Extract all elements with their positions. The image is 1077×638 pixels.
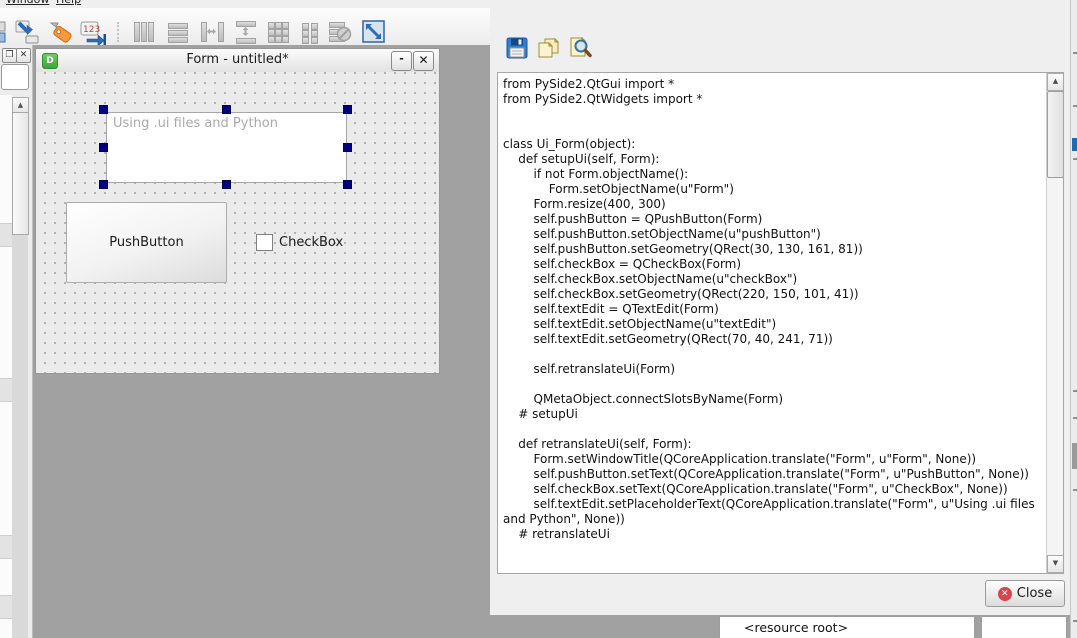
edit-signals-slots-icon[interactable] <box>14 19 40 45</box>
main-toolbar: 123 <box>0 8 490 46</box>
right-dock-sliver <box>1070 0 1077 638</box>
widget-box-dock: ❐ ✕ ▲ <box>0 45 33 638</box>
close-button[interactable]: ✕ Close <box>985 580 1065 607</box>
resource-side-panel[interactable] <box>981 616 1067 638</box>
widget-list[interactable] <box>0 95 12 638</box>
checkbox-label: CheckBox <box>279 235 343 250</box>
save-icon[interactable] <box>505 36 529 60</box>
code-scrollbar[interactable]: ▲ ▼ <box>1046 73 1063 573</box>
selection-handle[interactable] <box>343 180 352 189</box>
resource-tree-panel[interactable]: <resource root> <box>719 616 975 638</box>
edit-widgets-icon[interactable] <box>0 19 7 45</box>
list-item[interactable] <box>0 223 12 247</box>
menu-bar: Window Help <box>0 0 485 8</box>
find-icon[interactable] <box>568 36 592 60</box>
svg-text:123: 123 <box>83 25 100 35</box>
qt-designer-window: Window Help <box>0 0 1077 638</box>
menu-help[interactable]: Help <box>56 0 81 6</box>
right-dock-selection <box>1072 138 1077 151</box>
checkbox-indicator[interactable] <box>256 234 273 251</box>
textedit-placeholder: Using .ui files and Python <box>107 113 346 134</box>
adjust-size-icon[interactable] <box>361 19 387 45</box>
dock-close-icon[interactable]: ✕ <box>16 48 31 63</box>
layout-horizontal-splitter-icon <box>199 19 225 45</box>
code-view[interactable]: from PySide2.QtGui import * from PySide2… <box>497 72 1064 574</box>
dock-scrollbar-track[interactable] <box>12 233 28 638</box>
layout-form-icon <box>297 19 323 45</box>
form-title: Form - untitled* <box>36 52 439 67</box>
close-x-icon: ✕ <box>998 587 1012 601</box>
selection-handle[interactable] <box>343 105 352 114</box>
menu-window[interactable]: Window <box>6 0 49 6</box>
textedit-widget[interactable]: Using .ui files and Python <box>106 112 347 183</box>
form-close-button[interactable]: ✕ <box>413 51 434 71</box>
form-minimize-button[interactable]: - <box>391 51 412 71</box>
pushbutton-widget[interactable]: PushButton <box>66 202 227 283</box>
widget-filter-input[interactable] <box>1 64 29 90</box>
list-item[interactable] <box>0 535 12 559</box>
scroll-up-icon[interactable]: ▲ <box>1047 73 1064 91</box>
edit-tab-order-icon[interactable]: 123 <box>79 19 105 45</box>
checkbox-widget[interactable]: CheckBox <box>256 222 357 263</box>
selection-handle[interactable] <box>99 143 108 152</box>
scroll-down-icon[interactable]: ▼ <box>1047 555 1064 573</box>
close-button-label: Close <box>1017 586 1052 601</box>
form-editor-window: D Form - untitled* - ✕ Using .ui files a… <box>35 48 440 374</box>
layout-vertical-splitter-icon <box>233 19 259 45</box>
list-item[interactable] <box>0 378 12 402</box>
form-titlebar[interactable]: D Form - untitled* - ✕ <box>36 49 439 73</box>
selection-handle[interactable] <box>222 105 231 114</box>
break-layout-icon <box>327 19 353 45</box>
code-text[interactable]: from PySide2.QtGui import * from PySide2… <box>498 73 1063 546</box>
form-canvas[interactable]: Using .ui files and Python PushButton Ch… <box>36 72 439 373</box>
resource-root-label[interactable]: <resource root> <box>720 617 974 635</box>
toolbar-separator <box>117 22 119 42</box>
layout-vertically-icon <box>165 19 191 45</box>
right-dock-thumb <box>1072 443 1077 469</box>
selection-handle[interactable] <box>222 180 231 189</box>
layout-grid-icon <box>265 19 291 45</box>
code-scrollbar-thumb[interactable] <box>1047 91 1064 178</box>
dock-scrollbar-thumb[interactable] <box>12 112 29 235</box>
code-preview-dialog: from PySide2.QtGui import * from PySide2… <box>490 10 1070 615</box>
pushbutton-label: PushButton <box>109 235 183 250</box>
list-item[interactable] <box>0 595 12 619</box>
selection-handle[interactable] <box>343 143 352 152</box>
copy-icon[interactable] <box>536 36 560 60</box>
dock-float-icon[interactable]: ❐ <box>2 48 17 63</box>
selection-handle[interactable] <box>99 105 108 114</box>
layout-horizontally-icon <box>131 19 157 45</box>
edit-buddies-icon[interactable] <box>48 19 74 45</box>
selection-handle[interactable] <box>99 180 108 189</box>
